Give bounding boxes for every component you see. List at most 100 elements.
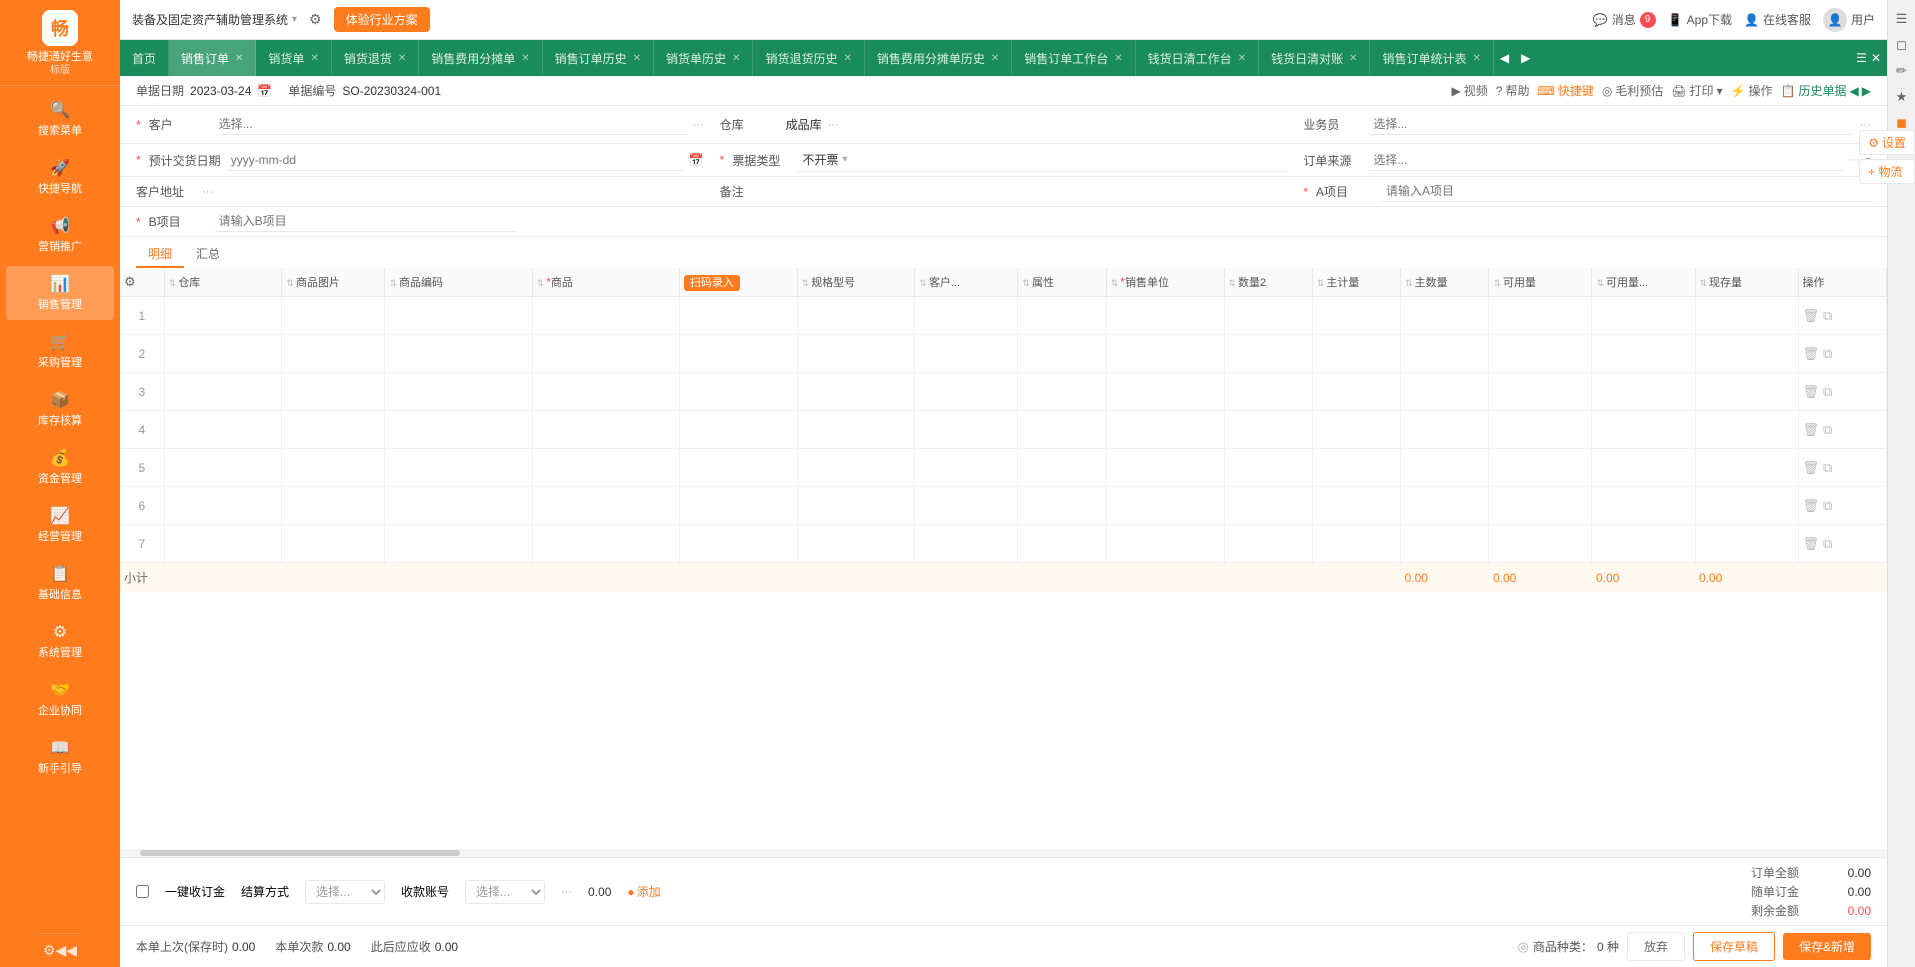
a-project-input[interactable] [1382, 181, 1871, 202]
col-customer-code[interactable]: ⇅客户... [915, 268, 1018, 297]
tab-item-6[interactable]: 销货单历史✕ [654, 40, 753, 76]
row-mainqty-2[interactable] [1401, 335, 1489, 373]
tab-next-arrow[interactable]: ▶ [1515, 51, 1536, 65]
row-stock-1[interactable] [1695, 297, 1798, 335]
row-copy-1[interactable]: ⧉ [1823, 308, 1832, 324]
row-custcode-1[interactable] [915, 297, 1018, 335]
row-unit-5[interactable] [1106, 449, 1224, 487]
row-stock-7[interactable] [1695, 525, 1798, 563]
row-avail2-7[interactable] [1592, 525, 1695, 563]
account-expand-icon[interactable]: ··· [561, 886, 572, 898]
row-product-4[interactable] [532, 411, 679, 449]
row-custcode-4[interactable] [915, 411, 1018, 449]
sidebar-item-8[interactable]: 📋基础信息 [6, 556, 114, 610]
collapse-icon[interactable]: ◀◀ [56, 942, 78, 959]
tab-close-8[interactable]: ✕ [991, 53, 999, 64]
row-qty2-7[interactable] [1224, 525, 1312, 563]
row-mainunit-6[interactable] [1312, 487, 1400, 525]
row-mainqty-7[interactable] [1401, 525, 1489, 563]
view-btn[interactable]: ▶ 视频 [1452, 82, 1488, 99]
sidebar-item-5[interactable]: 📦库存核算 [6, 382, 114, 436]
tab-close-6[interactable]: ✕ [732, 53, 740, 64]
row-image-5[interactable] [282, 449, 385, 487]
col-code[interactable]: ⇅商品编码 [385, 268, 532, 297]
tab-item-7[interactable]: 销货退货历史✕ [753, 40, 864, 76]
delivery-date-input[interactable] [227, 150, 683, 171]
row-mainqty-1[interactable] [1401, 297, 1489, 335]
sidebar-item-6[interactable]: 💰资金管理 [6, 440, 114, 494]
row-spec-3[interactable] [797, 373, 915, 411]
tab-item-3[interactable]: 销货退货✕ [332, 40, 419, 76]
row-avail-3[interactable] [1489, 373, 1592, 411]
row-avail-2[interactable] [1489, 335, 1592, 373]
tab-close-1[interactable]: ✕ [235, 53, 243, 64]
col-warehouse[interactable]: ⇅仓库 [164, 268, 282, 297]
row-spec-5[interactable] [797, 449, 915, 487]
tab-close-12[interactable]: ✕ [1473, 53, 1481, 64]
calendar-icon[interactable]: 📅 [257, 84, 272, 98]
row-qty2-5[interactable] [1224, 449, 1312, 487]
row-copy-2[interactable]: ⧉ [1823, 346, 1832, 362]
row-product-3[interactable] [532, 373, 679, 411]
row-mainqty-6[interactable] [1401, 487, 1489, 525]
row-spec-7[interactable] [797, 525, 915, 563]
row-code-6[interactable] [385, 487, 532, 525]
sidebar-item-10[interactable]: 🤝企业协同 [6, 672, 114, 726]
row-avail2-4[interactable] [1592, 411, 1695, 449]
messages-btn[interactable]: 💬 消息 9 [1593, 11, 1656, 28]
row-warehouse-2[interactable] [164, 335, 282, 373]
app-download-btn[interactable]: 📱 App下载 [1668, 11, 1732, 28]
row-unit-3[interactable] [1106, 373, 1224, 411]
row-attr-4[interactable] [1018, 411, 1106, 449]
help-btn[interactable]: ? 帮助 [1496, 82, 1530, 99]
sidebar-item-0[interactable]: 🔍搜索菜单 [6, 92, 114, 146]
print-btn[interactable]: 🖨 打印 ▾ [1671, 82, 1722, 99]
row-avail2-3[interactable] [1592, 373, 1695, 411]
row-unit-2[interactable] [1106, 335, 1224, 373]
row-code-2[interactable] [385, 335, 532, 373]
rp-btn-1[interactable]: ☰ [1891, 8, 1913, 30]
table-container[interactable]: ⚙ ⇅仓库 ⇅商品图片 ⇅商品编码 ⇅*商品 扫码录入 ⇅规格型号 ⇅客户...… [120, 268, 1887, 849]
discard-btn[interactable]: 放弃 [1627, 932, 1685, 961]
row-custcode-7[interactable] [915, 525, 1018, 563]
sidebar-item-1[interactable]: 🚀快捷导航 [6, 150, 114, 204]
row-image-4[interactable] [282, 411, 385, 449]
row-unit-7[interactable] [1106, 525, 1224, 563]
order-source-input[interactable] [1369, 150, 1843, 171]
row-image-7[interactable] [282, 525, 385, 563]
tab-item-0[interactable]: 首页 [120, 40, 169, 76]
trial-btn[interactable]: 体验行业方案 [334, 7, 430, 32]
tab-item-8[interactable]: 销售费用分摊单历史✕ [865, 40, 1012, 76]
system-settings-icon[interactable]: ⚙ [309, 11, 322, 28]
row-unit-6[interactable] [1106, 487, 1224, 525]
row-code-1[interactable] [385, 297, 532, 335]
row-avail-6[interactable] [1489, 487, 1592, 525]
row-delete-6[interactable]: 🗑 [1803, 498, 1820, 514]
scan-btn[interactable]: 扫码录入 [684, 275, 740, 291]
row-stock-6[interactable] [1695, 487, 1798, 525]
one-click-checkbox[interactable] [136, 885, 149, 898]
row-custcode-6[interactable] [915, 487, 1018, 525]
row-stock-3[interactable] [1695, 373, 1798, 411]
history-prev[interactable]: ◀ [1850, 84, 1859, 98]
row-custcode-5[interactable] [915, 449, 1018, 487]
row-avail2-5[interactable] [1592, 449, 1695, 487]
date-value[interactable]: 2023-03-24 [190, 84, 251, 98]
row-avail-1[interactable] [1489, 297, 1592, 335]
tab-item-9[interactable]: 销售订单工作台✕ [1012, 40, 1135, 76]
row-spec-1[interactable] [797, 297, 915, 335]
col-main-unit[interactable]: ⇅主计量 [1312, 268, 1400, 297]
rp-btn-2[interactable]: ◻ [1891, 34, 1913, 56]
row-spec-2[interactable] [797, 335, 915, 373]
payment-method-select[interactable]: 选择... [305, 880, 385, 904]
col-qty2[interactable]: ⇅数量2 [1224, 268, 1312, 297]
horizontal-scrollbar[interactable] [120, 849, 1887, 857]
row-attr-7[interactable] [1018, 525, 1106, 563]
row-copy-7[interactable]: ⧉ [1823, 536, 1832, 552]
tab-close-all-icon[interactable]: ✕ [1871, 51, 1881, 65]
row-delete-1[interactable]: 🗑 [1803, 308, 1820, 324]
row-mainunit-5[interactable] [1312, 449, 1400, 487]
col-attr[interactable]: ⇅属性 [1018, 268, 1106, 297]
col-main-qty[interactable]: ⇅主数量 [1401, 268, 1489, 297]
col-settings[interactable]: ⚙ [120, 268, 164, 297]
